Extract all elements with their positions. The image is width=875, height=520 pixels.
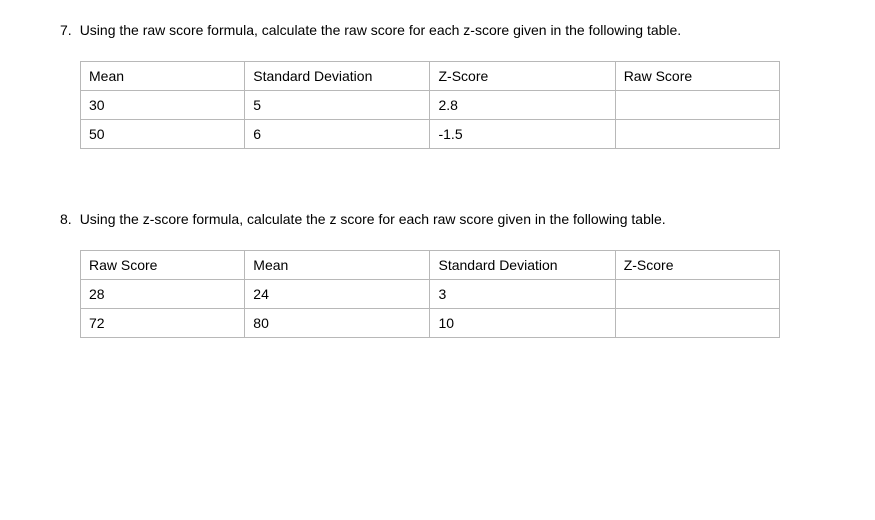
table-cell: 30: [81, 91, 245, 120]
table-cell: [615, 91, 779, 120]
question-body: Using the z-score formula, calculate the…: [80, 209, 815, 230]
question-text: 7. Using the raw score formula, calculat…: [60, 20, 815, 41]
table-header-cell: Standard Deviation: [430, 251, 615, 280]
table-cell: 5: [245, 91, 430, 120]
table-cell: -1.5: [430, 120, 615, 149]
table-cell: 3: [430, 280, 615, 309]
question-number: 7.: [60, 20, 72, 41]
data-table: Raw Score Mean Standard Deviation Z-Scor…: [80, 250, 780, 338]
table-header-cell: Raw Score: [81, 251, 245, 280]
table-cell: 28: [81, 280, 245, 309]
question-7: 7. Using the raw score formula, calculat…: [60, 20, 815, 149]
table-cell: 72: [81, 309, 245, 338]
table-header-cell: Z-Score: [430, 62, 615, 91]
table-cell: [615, 280, 779, 309]
data-table: Mean Standard Deviation Z-Score Raw Scor…: [80, 61, 780, 149]
question-body: Using the raw score formula, calculate t…: [80, 20, 815, 41]
table-cell: [615, 120, 779, 149]
table-cell: 2.8: [430, 91, 615, 120]
table-cell: 24: [245, 280, 430, 309]
table-header-cell: Z-Score: [615, 251, 779, 280]
table-header-row: Raw Score Mean Standard Deviation Z-Scor…: [81, 251, 780, 280]
table-row: 50 6 -1.5: [81, 120, 780, 149]
table-row: 72 80 10: [81, 309, 780, 338]
question-8: 8. Using the z-score formula, calculate …: [60, 209, 815, 338]
table-row: 28 24 3: [81, 280, 780, 309]
table-header-cell: Mean: [81, 62, 245, 91]
table-header-cell: Raw Score: [615, 62, 779, 91]
table-row: 30 5 2.8: [81, 91, 780, 120]
question-number: 8.: [60, 209, 72, 230]
table-cell: 6: [245, 120, 430, 149]
table-cell: 10: [430, 309, 615, 338]
table-cell: 50: [81, 120, 245, 149]
table-cell: 80: [245, 309, 430, 338]
table-header-cell: Mean: [245, 251, 430, 280]
table-cell: [615, 309, 779, 338]
table-header-cell: Standard Deviation: [245, 62, 430, 91]
table-header-row: Mean Standard Deviation Z-Score Raw Scor…: [81, 62, 780, 91]
question-text: 8. Using the z-score formula, calculate …: [60, 209, 815, 230]
